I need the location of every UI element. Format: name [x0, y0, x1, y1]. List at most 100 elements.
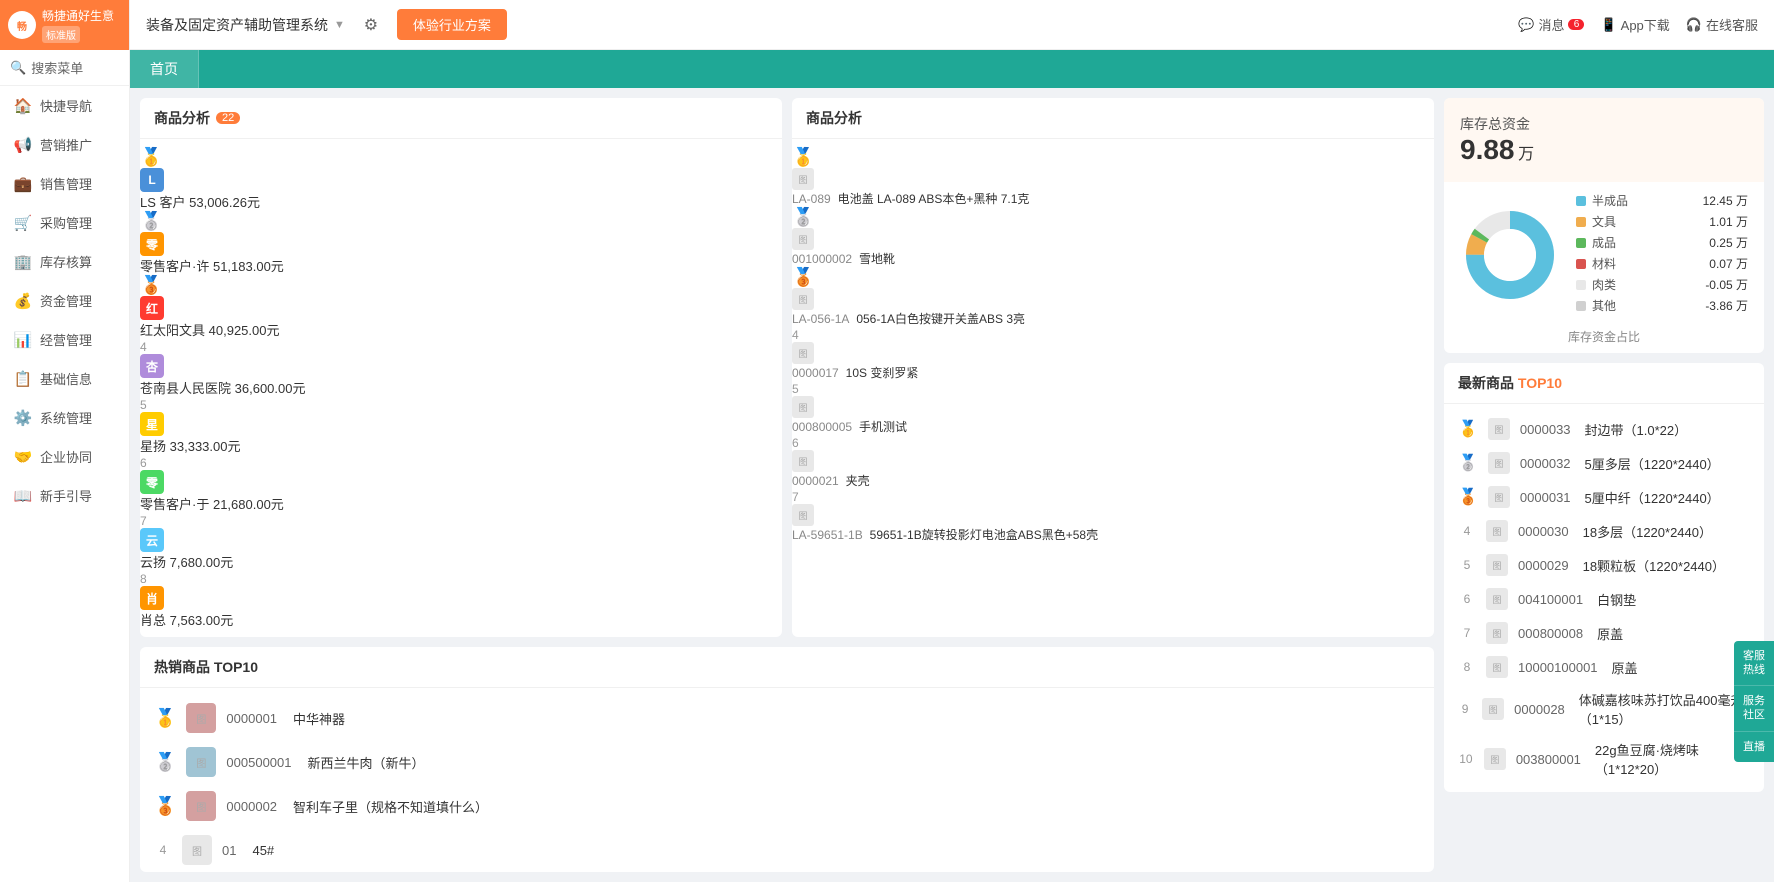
- new-product-item: 🥇 图 0000033 封边带（1.0*22）: [1444, 412, 1764, 446]
- customer-item: 7 云 云扬 7,680.00元: [140, 513, 782, 571]
- customers-badge: 22: [216, 112, 240, 124]
- sidebar-item-purchase[interactable]: 🛒采购管理: [0, 203, 129, 242]
- new-product-name: 原盖: [1597, 624, 1623, 643]
- float-btn-直播[interactable]: 直播: [1734, 732, 1774, 762]
- sidebar-item-enterprise[interactable]: 🤝企业协同: [0, 437, 129, 476]
- float-btn-客服热线[interactable]: 客服热线: [1734, 641, 1774, 687]
- product-sales-item: 5 图 000800005 手机测试: [792, 381, 1434, 435]
- product-name: 手机测试: [856, 420, 907, 434]
- inventory-unit: 万: [1518, 146, 1534, 163]
- customer-name: 红太阳文具: [140, 323, 205, 338]
- rank-num: 5: [1458, 558, 1476, 572]
- product-img: 图: [792, 168, 814, 190]
- hot-product-img: 图: [186, 747, 216, 777]
- new-product-code: 004100001: [1518, 592, 1583, 607]
- product-code: LA-089: [792, 192, 831, 206]
- app-download-btn[interactable]: 📱 App下载: [1600, 15, 1669, 34]
- sidebar-item-sales[interactable]: 💼销售管理: [0, 164, 129, 203]
- customer-avatar: 杏: [140, 354, 164, 378]
- online-service-btn[interactable]: 🎧 在线客服: [1686, 15, 1758, 34]
- donut-chart: [1460, 205, 1560, 305]
- new-product-item: 5 图 0000029 18颗粒板（1220*2440）: [1444, 548, 1764, 582]
- float-btn-服务社区[interactable]: 服务社区: [1734, 686, 1774, 732]
- sidebar-item-inventory[interactable]: 🏢库存核算: [0, 242, 129, 281]
- customer-name: LS 客户: [140, 195, 186, 210]
- dropdown-icon[interactable]: ▼: [334, 19, 345, 31]
- legend-dot: [1576, 217, 1586, 227]
- new-product-item: 8 图 10000100001 原盖: [1444, 650, 1764, 684]
- service-label: 在线客服: [1706, 15, 1758, 34]
- customer-name: 苍南县人民医院: [140, 381, 231, 396]
- settings-icon[interactable]: ⚙: [357, 11, 385, 39]
- product-code: 000800005: [792, 420, 852, 434]
- sidebar-item-basic-info[interactable]: 📋基础信息: [0, 359, 129, 398]
- customer-avatar: 肖: [140, 586, 164, 610]
- inventory-value: 9.88: [1460, 134, 1515, 165]
- hot-product-code: 0000002: [226, 799, 277, 814]
- inventory-label: 库存总资金: [1460, 114, 1534, 134]
- new-product-code: 003800001: [1516, 752, 1581, 767]
- customer-amount: 33,333.00元: [170, 439, 241, 454]
- new-products-panel: 最新商品 TOP10 🥇 图 0000033 封边带（1.0*22） 🥈 图 0…: [1444, 363, 1764, 792]
- product-sales-item: 4 图 0000017 10S 变刹罗紧: [792, 327, 1434, 381]
- legend-value: 0.25 万: [1709, 234, 1748, 251]
- inventory-header: 库存总资金 9.88 万: [1444, 98, 1764, 182]
- hot-product-name: 45#: [252, 843, 1420, 858]
- tab-home[interactable]: 首页: [130, 50, 199, 88]
- product-name: 夹壳: [842, 474, 869, 488]
- product-img: 图: [792, 504, 814, 526]
- hot-product-code: 000500001: [226, 755, 291, 770]
- new-product-item: 4 图 0000030 18多层（1220*2440）: [1444, 514, 1764, 548]
- new-product-img: 图: [1486, 656, 1508, 678]
- trial-button[interactable]: 体验行业方案: [397, 9, 507, 40]
- logo-text: 畅捷通好生意: [42, 7, 114, 24]
- new-product-img: 图: [1488, 418, 1510, 440]
- customer-amount: 7,680.00元: [170, 555, 234, 570]
- hot-product-img: 图: [186, 703, 216, 733]
- headset-icon: 🎧: [1686, 17, 1702, 33]
- new-product-code: 0000029: [1518, 558, 1569, 573]
- rank-num: 8: [140, 572, 147, 586]
- new-product-item: 🥈 图 0000032 5厘多层（1220*2440）: [1444, 446, 1764, 480]
- new-product-name: 5厘中纤（1220*2440）: [1585, 488, 1720, 507]
- sidebar-item-guide[interactable]: 📖新手引导: [0, 476, 129, 515]
- rank-num: 5: [140, 398, 147, 412]
- legend-label: 其他: [1592, 297, 1699, 314]
- content-area: 商品分析 22 🥇 L LS 客户 53,006.26元 🥈 零 零售客户·许 …: [130, 88, 1774, 882]
- new-product-name: 5厘多层（1220*2440）: [1585, 454, 1720, 473]
- sidebar-item-operation[interactable]: 📊经营管理: [0, 320, 129, 359]
- customer-amount: 40,925.00元: [209, 323, 280, 338]
- menu-icon-sales: 💼: [14, 175, 32, 193]
- nav-tabs: 首页: [130, 50, 1774, 88]
- search-menu[interactable]: 🔍 搜索菜单: [0, 50, 129, 86]
- rank-medal: 🥈: [140, 211, 162, 231]
- customer-name: 星扬: [140, 439, 166, 454]
- hot-product-name: 智利车子里（规格不知道填什么）: [293, 797, 1420, 816]
- notification-btn[interactable]: 💬 消息 6: [1518, 15, 1584, 34]
- hot-product-name: 中华神器: [293, 709, 1420, 728]
- legend-label: 文具: [1592, 213, 1703, 230]
- new-product-code: 0000028: [1514, 702, 1565, 717]
- menu-icon-system: ⚙️: [14, 409, 32, 427]
- sidebar-item-finance[interactable]: 💰资金管理: [0, 281, 129, 320]
- menu-label-system: 系统管理: [40, 408, 92, 427]
- menu-label-marketing: 营销推广: [40, 135, 92, 154]
- product-code: 0000021: [792, 474, 839, 488]
- customer-item: 8 肖 肖总 7,563.00元: [140, 571, 782, 629]
- new-product-code: 10000100001: [1518, 660, 1598, 675]
- sidebar-item-marketing[interactable]: 📢营销推广: [0, 125, 129, 164]
- sidebar-item-quick-nav[interactable]: 🏠快捷导航: [0, 86, 129, 125]
- rank-num: 6: [792, 436, 799, 450]
- product-sales-item: 🥉 图 LA-056-1A 056-1A白色按键开关盖ABS 3亮: [792, 267, 1434, 327]
- sidebar-item-system[interactable]: ⚙️ 系统管理: [0, 398, 129, 437]
- hot-product-item: 4 图 01 45#: [140, 828, 1434, 872]
- sidebar-logo: 畅 畅捷通好生意 标准版: [0, 0, 129, 50]
- rank-medal: 🥉: [140, 275, 162, 295]
- system-name-text: 装备及固定资产辅助管理系统: [146, 15, 328, 35]
- rank-medal: 🥈: [1458, 453, 1478, 473]
- rank-num: 5: [792, 382, 799, 396]
- legend-item: 半成品 12.45 万: [1576, 192, 1748, 209]
- new-product-name: 体碱嘉核味苏打饮品400毫升（1*15）: [1579, 690, 1750, 728]
- hot-product-item: 🥇 图 0000001 中华神器: [140, 696, 1434, 740]
- customer-avatar: 红: [140, 296, 164, 320]
